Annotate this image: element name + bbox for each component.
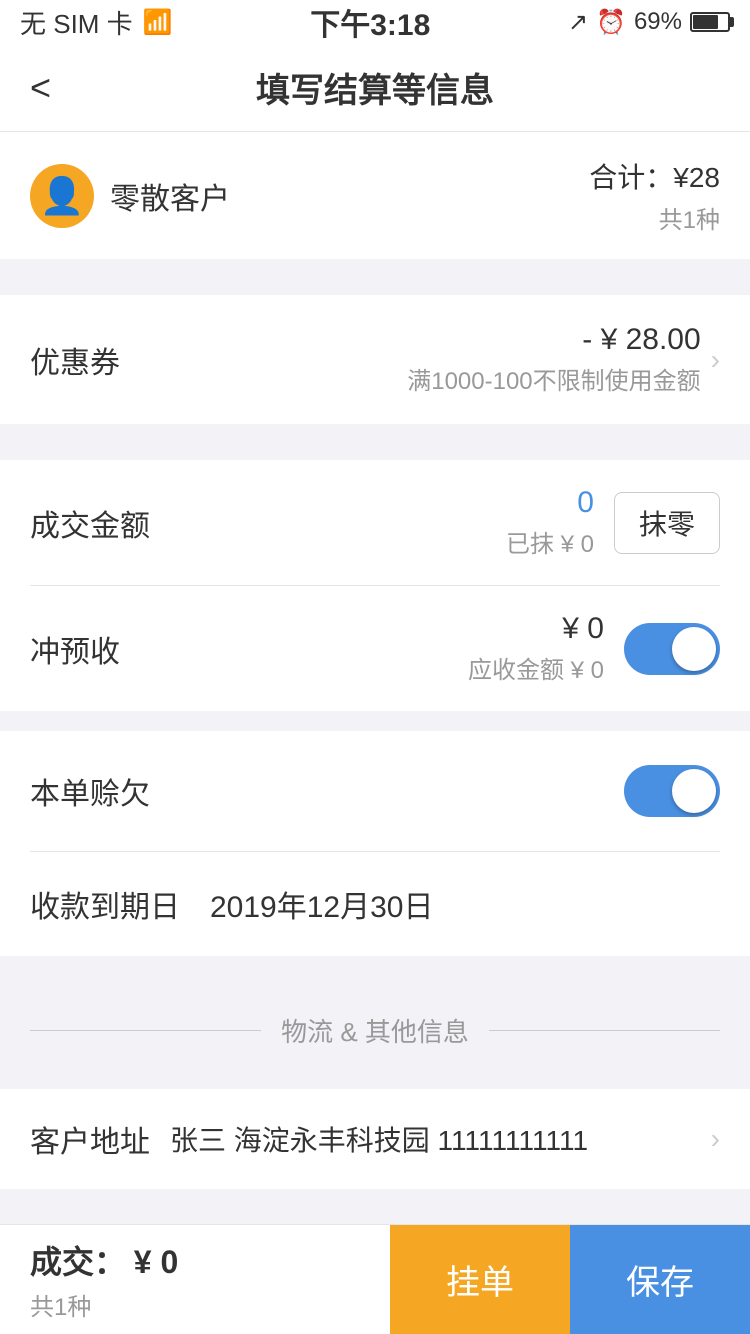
battery-label: 69% <box>634 8 682 36</box>
wifi-icon: 📶 <box>143 8 173 37</box>
debit-toggle[interactable] <box>624 765 720 817</box>
carrier-label: 无 SIM 卡 <box>20 4 133 41</box>
coupon-desc: 满1000-100不限制使用金额 <box>407 361 700 396</box>
battery-icon <box>690 12 730 32</box>
coupon-row[interactable]: 优惠券 - ¥ 28.00 满1000-100不限制使用金额 › <box>0 295 750 424</box>
spacer-5 <box>0 1069 750 1089</box>
customer-right: 合计：¥28 共1种 <box>589 156 720 235</box>
spacer-4 <box>0 972 750 992</box>
coupon-right: - ¥ 28.00 满1000-100不限制使用金额 › <box>407 323 720 396</box>
deal-amount-value-wrap: 0 已抹 ¥ 0 <box>506 486 594 559</box>
address-value: 张三 海淀永丰科技园 11111111111 <box>170 1119 711 1159</box>
coupon-label: 优惠券 <box>30 338 120 382</box>
bottom-summary-value: ¥ 0 <box>134 1244 178 1280</box>
coupon-section: 优惠券 - ¥ 28.00 满1000-100不限制使用金额 › <box>0 295 750 424</box>
deal-prepay-section: 成交金额 0 已抹 ¥ 0 抹零 冲预收 ¥ 0 应收金额 ¥ 0 <box>0 460 750 711</box>
prepay-right: ¥ 0 应收金额 ¥ 0 <box>468 612 720 685</box>
due-date-label: 收款到期日 <box>30 882 180 926</box>
prepay-value-wrap: ¥ 0 应收金额 ¥ 0 <box>468 612 604 685</box>
prepay-sub-value: 应收金额 ¥ 0 <box>468 650 604 685</box>
customer-section: 👤 零散客户 合计：¥28 共1种 <box>0 132 750 259</box>
bottom-summary-count: 共1种 <box>30 1287 360 1322</box>
status-bar-right: ↗ ⏰ 69% <box>568 8 730 37</box>
nav-bar: < 填写结算等信息 <box>0 44 750 132</box>
customer-row: 👤 零散客户 合计：¥28 共1种 <box>0 132 750 259</box>
address-label: 客户地址 <box>30 1117 150 1161</box>
avatar: 👤 <box>30 164 94 228</box>
debit-section: 本单赊欠 收款到期日 2019年12月30日 <box>0 731 750 956</box>
status-bar-left: 无 SIM 卡 📶 <box>20 4 173 41</box>
prepay-label: 冲预收 <box>30 627 120 671</box>
avatar-icon: 👤 <box>40 175 85 217</box>
prepay-toggle[interactable] <box>624 623 720 675</box>
alarm-icon: ⏰ <box>596 8 626 37</box>
debit-label: 本单赊欠 <box>30 769 150 813</box>
coupon-value-wrapper: - ¥ 28.00 满1000-100不限制使用金额 <box>407 323 700 396</box>
hang-button[interactable]: 挂单 <box>390 1225 570 1334</box>
deal-amount-value: 0 <box>506 486 594 520</box>
status-bar-time: 下午3:18 <box>310 0 430 44</box>
deal-amount-row: 成交金额 0 已抹 ¥ 0 抹零 <box>0 460 750 585</box>
chevron-right-icon: › <box>711 344 720 376</box>
prepay-row: 冲预收 ¥ 0 应收金额 ¥ 0 <box>0 586 750 711</box>
spacer-3 <box>0 711 750 731</box>
customer-total: 合计：¥28 <box>589 156 720 196</box>
location-icon: ↗ <box>568 8 588 37</box>
prepay-toggle-knob <box>672 627 716 671</box>
deal-amount-sub: 已抹 ¥ 0 <box>506 524 594 559</box>
customer-name: 零散客户 <box>110 174 230 218</box>
round-button[interactable]: 抹零 <box>614 492 720 554</box>
bottom-summary-label: 成交： <box>30 1244 126 1280</box>
address-section: 客户地址 张三 海淀永丰科技园 11111111111 › <box>0 1089 750 1189</box>
spacer-1 <box>0 275 750 295</box>
due-date-row: 收款到期日 2019年12月30日 <box>0 852 750 956</box>
customer-count: 共1种 <box>589 200 720 235</box>
bottom-bar: 成交： ¥ 0 共1种 挂单 保存 <box>0 1224 750 1334</box>
spacer-2 <box>0 440 750 460</box>
address-chevron-icon: › <box>711 1123 720 1155</box>
due-date-value: 2019年12月30日 <box>210 882 433 926</box>
address-row[interactable]: 客户地址 张三 海淀永丰科技园 11111111111 › <box>0 1089 750 1189</box>
save-button[interactable]: 保存 <box>570 1225 750 1334</box>
customer-left: 👤 零散客户 <box>30 164 230 228</box>
page-title: 填写结算等信息 <box>256 63 494 112</box>
logistics-label: 物流 & 其他信息 <box>281 1012 469 1049</box>
debit-toggle-knob <box>672 769 716 813</box>
bottom-summary-top: 成交： ¥ 0 <box>30 1237 360 1283</box>
back-button[interactable]: < <box>30 67 51 109</box>
status-bar: 无 SIM 卡 📶 下午3:18 ↗ ⏰ 69% <box>0 0 750 44</box>
bottom-summary: 成交： ¥ 0 共1种 <box>0 1237 390 1322</box>
content-area: 👤 零散客户 合计：¥28 共1种 优惠券 - ¥ 28.00 满1000-10… <box>0 132 750 1325</box>
prepay-main-value: ¥ 0 <box>468 612 604 646</box>
deal-amount-right: 0 已抹 ¥ 0 抹零 <box>506 486 720 559</box>
deal-amount-label: 成交金额 <box>30 501 150 545</box>
coupon-discount: - ¥ 28.00 <box>407 323 700 357</box>
debit-row: 本单赊欠 <box>0 731 750 851</box>
logistics-header: 物流 & 其他信息 <box>0 992 750 1069</box>
